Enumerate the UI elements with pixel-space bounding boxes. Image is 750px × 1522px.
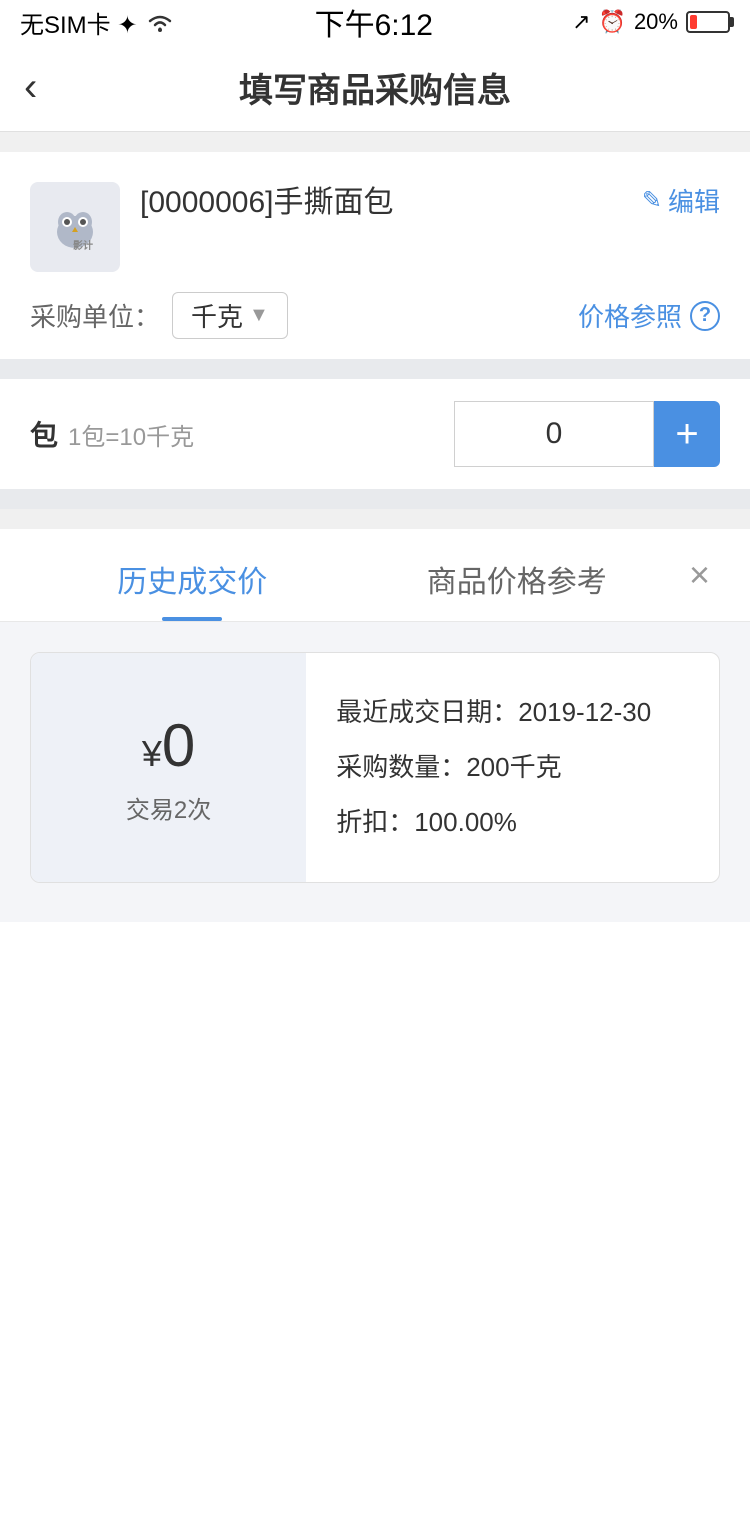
status-left: 无SIM卡 ✦ — [20, 5, 175, 40]
recent-date-label: 最近成交日期： — [336, 697, 518, 727]
discount-value: 100.00% — [414, 807, 517, 837]
quantity-plus-button[interactable]: + — [654, 401, 720, 467]
price-display: ¥0 — [142, 711, 195, 780]
tab-product-price-ref[interactable]: 商品价格参考 — [354, 529, 678, 621]
product-left: 影计 [0000006]手撕面包 — [30, 182, 642, 272]
purchase-unit-row: 采购单位： 千克 ▼ 价格参照 ? — [30, 292, 720, 339]
wifi-icon — [145, 11, 175, 33]
discount-label: 折扣： — [336, 807, 414, 837]
tab-history-price[interactable]: 历史成交价 — [30, 529, 354, 621]
unit-conversion: 1包=10千克 — [68, 417, 194, 452]
carrier-text: 无SIM卡 ✦ — [20, 5, 137, 40]
section-divider — [0, 359, 750, 379]
svg-text:影计: 影计 — [73, 239, 93, 252]
edit-icon: ✎ — [642, 186, 662, 215]
content-area: ¥0 交易2次 最近成交日期：2019-12-30 采购数量：200千克 折扣：… — [0, 622, 750, 922]
section-divider-2 — [0, 489, 750, 509]
unit-selector[interactable]: 千克 ▼ — [172, 292, 288, 339]
tab-close-button[interactable]: × — [679, 547, 720, 603]
purchase-qty-value: 200千克 — [466, 752, 561, 782]
price-value: 0 — [162, 712, 195, 779]
edit-label: 编辑 — [668, 182, 720, 219]
currency-symbol: ¥ — [142, 733, 162, 774]
purchase-unit-left: 采购单位： 千克 ▼ — [30, 292, 288, 339]
help-icon: ? — [690, 301, 720, 331]
status-bar: 无SIM卡 ✦ 下午6:12 ↗ ⏰ 20% — [0, 0, 750, 44]
product-thumbnail: 影计 — [30, 182, 120, 272]
tab-bar: 历史成交价 商品价格参考 × — [0, 529, 750, 622]
tab-section: 历史成交价 商品价格参考 × ¥0 交易2次 最近成交日期：2019-12-30… — [0, 529, 750, 922]
page-title: 填写商品采购信息 — [239, 63, 511, 112]
price-card-left: ¥0 交易2次 — [31, 653, 306, 882]
back-button[interactable]: ‹ — [24, 65, 37, 110]
status-right: ↗ ⏰ 20% — [572, 9, 730, 35]
price-card-right: 最近成交日期：2019-12-30 采购数量：200千克 折扣：100.00% — [306, 653, 719, 882]
bottom-area — [0, 922, 750, 1522]
tab-product-price-label: 商品价格参考 — [427, 566, 607, 599]
product-section: 影计 [0000006]手撕面包 ✎ 编辑 采购单位： 千克 ▼ 价格参照 ? — [0, 152, 750, 359]
battery-percent: 20% — [634, 9, 678, 35]
price-card: ¥0 交易2次 最近成交日期：2019-12-30 采购数量：200千克 折扣：… — [30, 652, 720, 883]
recent-date-value: 2019-12-30 — [518, 697, 651, 727]
price-reference-button[interactable]: 价格参照 ? — [578, 297, 720, 334]
alarm-icon: ⏰ — [599, 9, 626, 35]
transaction-count: 交易2次 — [126, 790, 211, 825]
quantity-row: 包 1包=10千克 0 + — [0, 379, 750, 489]
quantity-input[interactable]: 0 — [454, 401, 654, 467]
quantity-unit-info: 包 1包=10千克 — [30, 414, 194, 454]
recent-date-row: 最近成交日期：2019-12-30 — [336, 693, 689, 732]
unit-badge: 包 — [30, 414, 58, 454]
nav-bar: ‹ 填写商品采购信息 — [0, 44, 750, 132]
product-name: [0000006]手撕面包 — [140, 182, 642, 224]
dropdown-arrow-icon: ▼ — [249, 304, 269, 327]
status-time: 下午6:12 — [315, 0, 433, 44]
product-logo-icon: 影计 — [45, 197, 105, 257]
purchase-qty-row: 采购数量：200千克 — [336, 748, 689, 787]
unit-value: 千克 — [191, 297, 243, 334]
tab-history-label: 历史成交价 — [117, 566, 267, 599]
tab-active-indicator — [162, 617, 222, 621]
product-header: 影计 [0000006]手撕面包 ✎ 编辑 — [30, 182, 720, 272]
battery-icon — [686, 11, 730, 33]
edit-button[interactable]: ✎ 编辑 — [642, 182, 720, 219]
purchase-qty-label: 采购数量： — [336, 752, 466, 782]
product-name-area: [0000006]手撕面包 — [140, 182, 642, 224]
discount-row: 折扣：100.00% — [336, 803, 689, 842]
price-ref-label: 价格参照 — [578, 297, 682, 334]
purchase-unit-label: 采购单位： — [30, 297, 160, 334]
quantity-controls: 0 + — [454, 401, 720, 467]
location-icon: ↗ — [572, 9, 590, 35]
